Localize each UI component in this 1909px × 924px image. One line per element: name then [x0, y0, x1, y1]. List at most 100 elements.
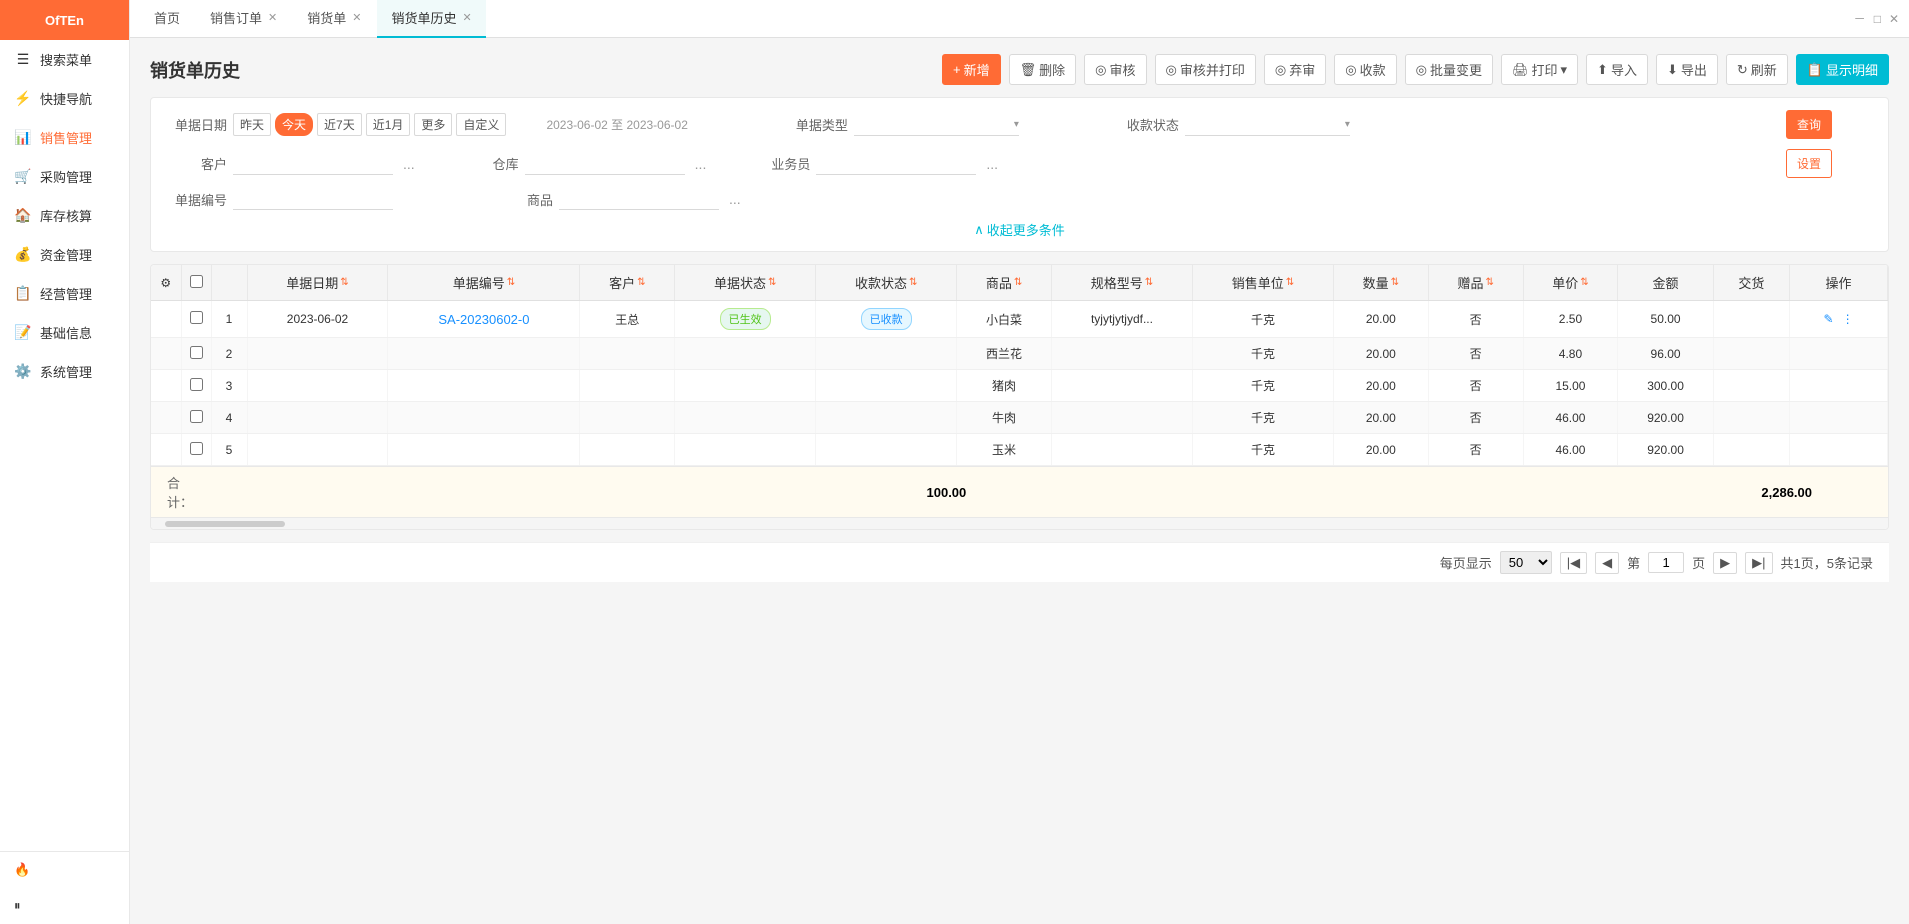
collect-status-input[interactable] [1185, 114, 1345, 135]
first-page-btn[interactable]: |◀ [1560, 552, 1587, 574]
audit-button[interactable]: ◎ 审核 [1084, 54, 1146, 85]
import-button[interactable]: ⬆ 导入 [1586, 54, 1648, 85]
th-spec[interactable]: 规格型号⇅ [1051, 265, 1192, 301]
scrollbar-thumb[interactable] [165, 521, 285, 527]
edit-action-btn[interactable]: ✎ [1820, 310, 1838, 328]
td-checkbox[interactable] [181, 402, 211, 434]
doc-type-dropdown-icon[interactable]: ▾ [1014, 119, 1019, 130]
td-doc-no[interactable] [388, 434, 580, 466]
abandon-button[interactable]: ◎ 弃审 [1264, 54, 1326, 85]
batch-change-button[interactable]: ◎ 批量变更 [1405, 54, 1493, 85]
filter-staff-item: 业务员 ... [750, 153, 1002, 175]
next-page-btn[interactable]: ▶ [1713, 552, 1737, 574]
select-all-checkbox[interactable] [190, 275, 203, 288]
tab-home[interactable]: 首页 [140, 0, 194, 38]
td-doc-no[interactable] [388, 338, 580, 370]
td-doc-no[interactable] [388, 402, 580, 434]
customer-input[interactable] [233, 153, 393, 175]
staff-input[interactable] [816, 153, 976, 175]
prev-page-btn[interactable]: ◀ [1595, 552, 1619, 574]
collapse-button[interactable]: ∧ 收起更多条件 [974, 220, 1065, 239]
th-doc-status[interactable]: 单据状态⇅ [675, 265, 816, 301]
td-checkbox[interactable] [181, 434, 211, 466]
show-detail-button[interactable]: 📋 显示明细 [1796, 54, 1889, 85]
date-1month-btn[interactable]: 近1月 [366, 113, 411, 136]
window-maximize-btn[interactable]: □ [1874, 12, 1881, 26]
warehouse-more-btn[interactable]: ... [691, 156, 711, 172]
window-close-btn[interactable]: ✕ [1889, 12, 1899, 26]
sidebar-item-quick-nav[interactable]: ⚡ 快捷导航 [0, 79, 129, 118]
row-checkbox[interactable] [190, 442, 203, 455]
tab-sales-history[interactable]: 销货单历史 ✕ [377, 0, 485, 38]
collect-button[interactable]: ◎ 收款 [1334, 54, 1396, 85]
row-checkbox[interactable] [190, 346, 203, 359]
th-goods[interactable]: 商品⇅ [957, 265, 1052, 301]
th-gear[interactable]: ⚙ [151, 265, 181, 301]
page-number-input[interactable] [1648, 552, 1684, 573]
delete-button[interactable]: 🗑 删除 [1009, 54, 1077, 85]
refresh-button[interactable]: ↻ 刷新 [1726, 54, 1788, 85]
td-qty: 20.00 [1333, 434, 1428, 466]
sidebar-item-search-menu[interactable]: ☰ 搜索菜单 [0, 40, 129, 79]
sidebar-item-purchase-mgmt[interactable]: 🛒 采购管理 [0, 157, 129, 196]
date-custom-btn[interactable]: 自定义 [456, 113, 506, 136]
th-customer[interactable]: 客户⇅ [580, 265, 675, 301]
window-minimize-btn[interactable]: － [1854, 10, 1866, 27]
row-checkbox[interactable] [190, 311, 203, 324]
audit-print-button[interactable]: ◎ 审核并打印 [1155, 54, 1256, 85]
th-doc-date[interactable]: 单据日期⇅ [247, 265, 388, 301]
td-doc-no[interactable] [388, 370, 580, 402]
tab-sales-goods[interactable]: 销货单 ✕ [293, 0, 375, 38]
date-7days-btn[interactable]: 近7天 [317, 113, 362, 136]
print-button[interactable]: 🖨 打印 ▾ [1501, 54, 1578, 85]
sidebar-item-sales-mgmt[interactable]: 📊 销售管理 [0, 118, 129, 157]
docno-input[interactable] [233, 188, 393, 210]
per-page-select[interactable]: 50 100 200 [1500, 551, 1552, 574]
setting-button[interactable]: 设置 [1786, 149, 1832, 178]
th-doc-no[interactable]: 单据编号⇅ [388, 265, 580, 301]
date-more-btn[interactable]: 更多 [414, 113, 452, 136]
sidebar-item-basic-info[interactable]: 📝 基础信息 [0, 313, 129, 352]
date-today-btn[interactable]: 今天 [275, 113, 313, 136]
sidebar: OfTEn ☰ 搜索菜单 ⚡ 快捷导航 📊 销售管理 🛒 采购管理 🏠 库存核算… [0, 0, 130, 924]
sidebar-item-inventory[interactable]: 🏠 库存核算 [0, 196, 129, 235]
staff-more-btn[interactable]: ... [982, 156, 1002, 172]
sidebar-bottom-pause[interactable]: ⏸ [0, 888, 129, 924]
date-yesterday-btn[interactable]: 昨天 [233, 113, 271, 136]
doc-no-link[interactable]: SA-20230602-0 [438, 312, 529, 327]
customer-more-btn[interactable]: ... [399, 156, 419, 172]
tab-sales-order-close[interactable]: ✕ [268, 11, 277, 24]
th-sales-unit[interactable]: 销售单位⇅ [1192, 265, 1333, 301]
add-button[interactable]: + 新增 [942, 54, 1001, 85]
th-unit-price[interactable]: 单价⇅ [1523, 265, 1618, 301]
tab-sales-order[interactable]: 销售订单 ✕ [196, 0, 291, 38]
doc-type-input[interactable] [854, 114, 1014, 135]
sidebar-item-operation[interactable]: 📋 经营管理 [0, 274, 129, 313]
tab-sales-history-close[interactable]: ✕ [463, 11, 472, 24]
td-gear [151, 370, 181, 402]
sidebar-item-sys-mgmt[interactable]: ⚙️ 系统管理 [0, 352, 129, 391]
td-checkbox[interactable] [181, 301, 211, 338]
goods-input[interactable] [559, 188, 719, 210]
td-doc-date: 2023-06-02 [247, 301, 388, 338]
warehouse-input[interactable] [525, 153, 685, 175]
th-collect-status[interactable]: 收款状态⇅ [816, 265, 957, 301]
row-checkbox[interactable] [190, 378, 203, 391]
th-checkbox[interactable] [181, 265, 211, 301]
tab-sales-goods-close[interactable]: ✕ [352, 11, 361, 24]
last-page-btn[interactable]: ▶| [1745, 552, 1772, 574]
td-checkbox[interactable] [181, 338, 211, 370]
query-button[interactable]: 查询 [1786, 110, 1832, 139]
sidebar-bottom-fire[interactable]: 🔥 [0, 852, 129, 888]
collect-status-dropdown-icon[interactable]: ▾ [1345, 119, 1350, 130]
horizontal-scrollbar[interactable] [151, 517, 1888, 529]
th-gift[interactable]: 赠品⇅ [1428, 265, 1523, 301]
export-button[interactable]: ⬇ 导出 [1656, 54, 1718, 85]
sidebar-item-finance[interactable]: 💰 资金管理 [0, 235, 129, 274]
td-doc-no[interactable]: SA-20230602-0 [388, 301, 580, 338]
row-checkbox[interactable] [190, 410, 203, 423]
goods-more-btn[interactable]: ... [725, 191, 745, 207]
td-checkbox[interactable] [181, 370, 211, 402]
th-qty[interactable]: 数量⇅ [1333, 265, 1428, 301]
more-action-btn[interactable]: ⋮ [1838, 310, 1858, 328]
